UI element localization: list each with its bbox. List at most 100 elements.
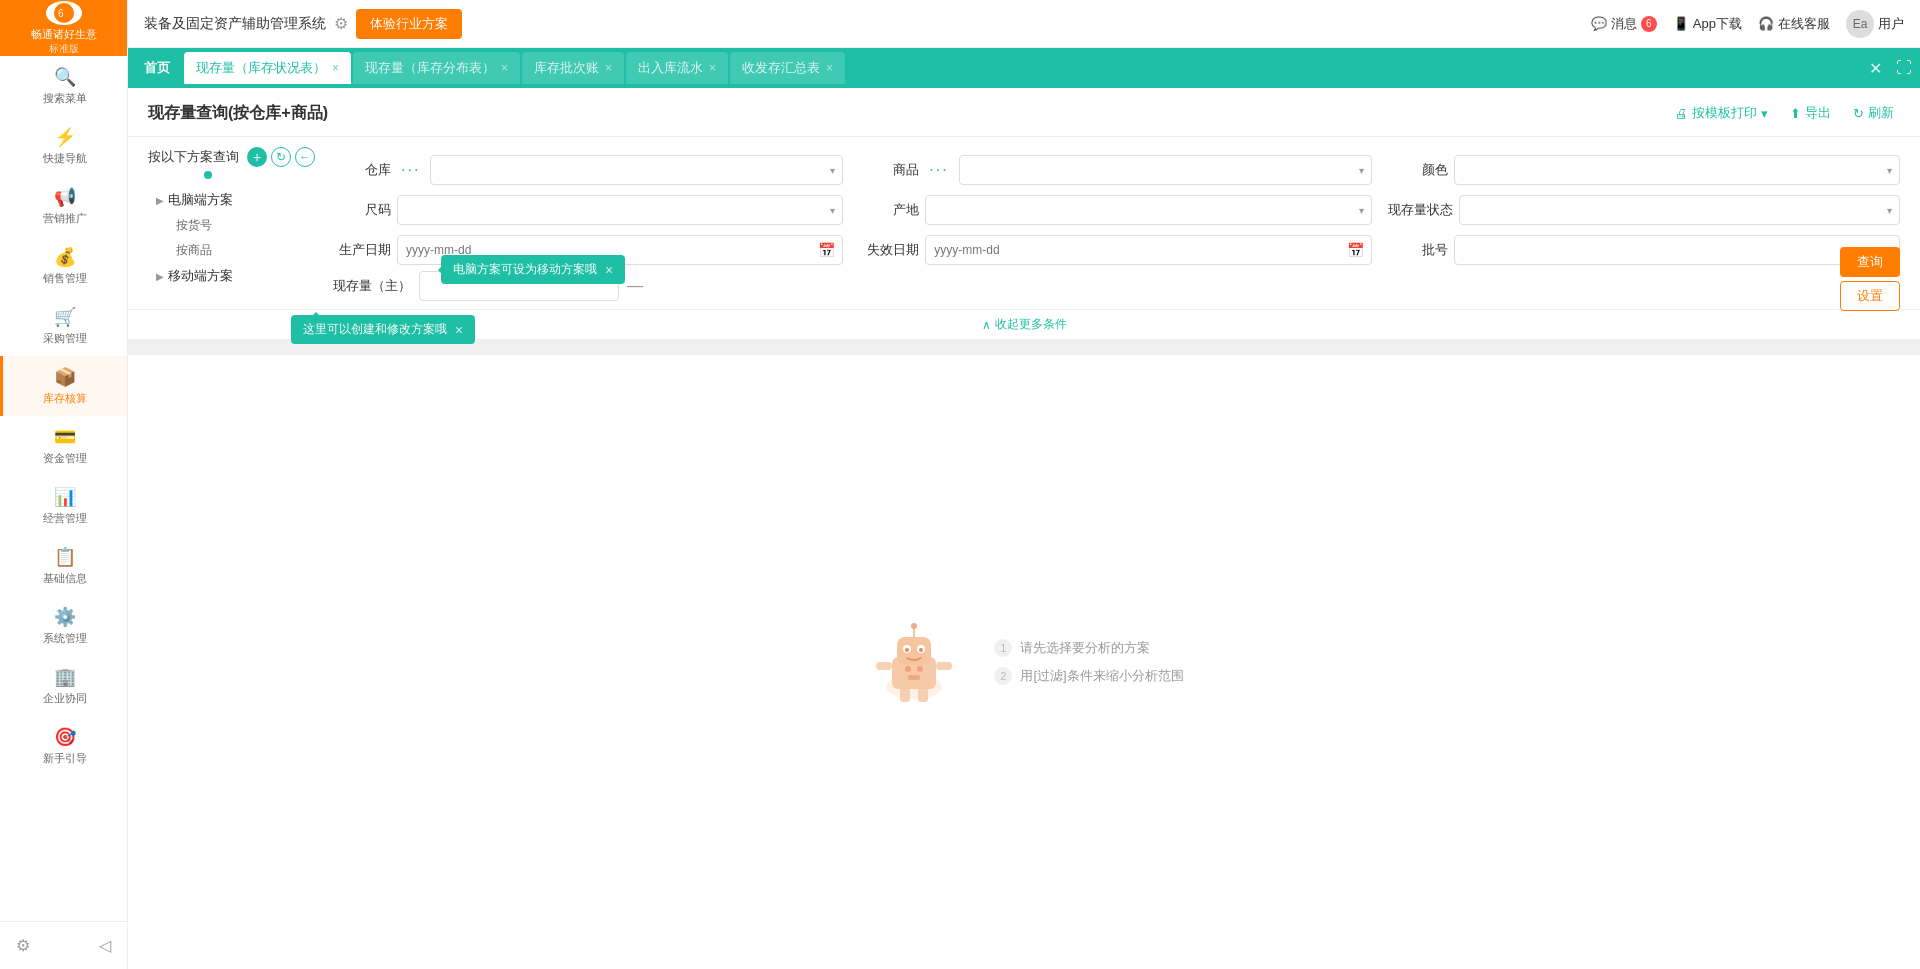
scheme-mobile-label: 移动端方案	[168, 267, 233, 285]
sidebar-label-purchase: 采购管理	[43, 331, 87, 346]
svg-rect-12	[936, 662, 952, 670]
scheme-mobile[interactable]: ▶ 移动端方案	[148, 263, 315, 289]
scheme-by-product[interactable]: 按商品	[168, 238, 315, 263]
sidebar-item-inventory[interactable]: 📦 库存核算	[0, 356, 127, 416]
sidebar-item-basic-info[interactable]: 📋 基础信息	[0, 536, 127, 596]
filter-expiry-date: 失效日期 📅	[859, 235, 1371, 265]
print-label: 按模板打印	[1692, 104, 1757, 122]
fullscreen-icon[interactable]: ⛶	[1892, 57, 1916, 79]
tabbar-right-icons: ✕ ⛶	[1865, 57, 1916, 80]
filter-origin: 产地 ▾	[859, 195, 1371, 225]
sync-scheme-btn[interactable]: ↻	[271, 147, 291, 167]
filter-header-btns: + ↻ ←	[247, 147, 315, 167]
logo-text: 畅通诸好生意	[31, 27, 97, 42]
warehouse-select-wrap: ▾	[430, 155, 843, 185]
sidebar-item-marketing[interactable]: 📢 营销推广	[0, 176, 127, 236]
tab-inventory-status-close[interactable]: ×	[332, 61, 339, 75]
app-download-btn[interactable]: 📱 App下载	[1673, 15, 1742, 33]
export-btn[interactable]: ⬆ 导出	[1784, 100, 1837, 126]
experience-btn[interactable]: 体验行业方案	[356, 9, 462, 39]
svg-rect-14	[918, 688, 928, 702]
app-logo: 6 畅通诸好生意 标准版	[0, 0, 127, 56]
tab-receive-summary[interactable]: 收发存汇总表 ×	[730, 52, 845, 84]
sidebar-item-sys-manage[interactable]: ⚙️ 系统管理	[0, 596, 127, 656]
sidebar-item-enterprise[interactable]: 🏢 企业协同	[0, 656, 127, 716]
empty-hint-1: 1 请先选择要分析的方案	[994, 639, 1183, 657]
expiry-date-input[interactable]	[925, 235, 1371, 265]
sidebar-item-quick-nav[interactable]: ⚡ 快捷导航	[0, 116, 127, 176]
tab-inventory-status[interactable]: 现存量（库存状况表） ×	[184, 52, 351, 84]
query-btn[interactable]: 查询	[1840, 247, 1900, 277]
print-btn[interactable]: 🖨 按模板打印 ▾	[1669, 100, 1774, 126]
collapse-label: 收起更多条件	[995, 316, 1067, 333]
tab-receive-summary-label: 收发存汇总表	[742, 59, 820, 77]
tab-batch-ledger[interactable]: 库存批次账 ×	[522, 52, 624, 84]
marketing-icon: 📢	[54, 186, 76, 208]
refresh-label: 刷新	[1868, 104, 1894, 122]
product-dots[interactable]	[925, 161, 952, 179]
tab-inout-flow[interactable]: 出入库流水 ×	[626, 52, 728, 84]
add-scheme-btn[interactable]: +	[247, 147, 267, 167]
batch-no-input[interactable]	[1454, 235, 1900, 265]
close-all-tabs-icon[interactable]: ✕	[1865, 57, 1886, 80]
tab-receive-summary-close[interactable]: ×	[826, 61, 833, 75]
support-icon: 🎧	[1758, 16, 1774, 31]
sidebar-item-search[interactable]: 🔍 搜索菜单	[0, 56, 127, 116]
messages-btn[interactable]: 💬 消息 6	[1591, 15, 1657, 33]
svg-point-10	[911, 623, 917, 629]
tab-inout-flow-close[interactable]: ×	[709, 61, 716, 75]
online-support-btn[interactable]: 🎧 在线客服	[1758, 15, 1830, 33]
size-label: 尺码	[331, 201, 391, 219]
tooltip-create-close[interactable]: ×	[455, 322, 463, 338]
sidebar-item-guide[interactable]: 🎯 新手引导	[0, 716, 127, 776]
scheme-desktop-label: 电脑端方案	[168, 191, 233, 209]
origin-select[interactable]	[925, 195, 1371, 225]
sidebar-label-inventory: 库存核算	[43, 391, 87, 406]
tooltip-create: 这里可以创建和修改方案哦 ×	[291, 315, 475, 344]
operations-icon: 📊	[54, 486, 76, 508]
online-support-label: 在线客服	[1778, 15, 1830, 33]
svg-point-16	[917, 666, 923, 672]
topbar-settings-icon[interactable]: ⚙	[334, 14, 348, 33]
collapse-sidebar-icon[interactable]: ◁	[99, 936, 111, 955]
finance-icon: 💳	[54, 426, 76, 448]
refresh-btn[interactable]: ↻ 刷新	[1847, 100, 1900, 126]
tab-batch-ledger-close[interactable]: ×	[605, 61, 612, 75]
tab-home[interactable]: 首页	[132, 52, 182, 84]
basic-info-icon: 📋	[54, 546, 76, 568]
sidebar-item-operations[interactable]: 📊 经营管理	[0, 476, 127, 536]
color-select[interactable]	[1454, 155, 1900, 185]
back-btn[interactable]: ←	[295, 147, 315, 167]
warehouse-select[interactable]	[430, 155, 843, 185]
tooltip-scheme-close[interactable]: ×	[605, 262, 613, 278]
phone-icon: 📱	[1673, 16, 1689, 31]
svg-rect-11	[876, 662, 892, 670]
user-label: 用户	[1878, 15, 1904, 33]
scheme-panel: 按以下方案查询 + ↻ ← ▶ 电脑端方案	[148, 147, 315, 293]
tab-inventory-distribution[interactable]: 现存量（库存分布表） ×	[353, 52, 520, 84]
tab-inventory-distribution-label: 现存量（库存分布表）	[365, 59, 495, 77]
size-select[interactable]	[397, 195, 843, 225]
sidebar-item-sales[interactable]: 💰 销售管理	[0, 236, 127, 296]
sidebar-item-finance[interactable]: 💳 资金管理	[0, 416, 127, 476]
logo-icon: 6	[46, 1, 82, 25]
sidebar-bottom: ⚙ ◁	[0, 921, 127, 969]
sidebar-item-purchase[interactable]: 🛒 采购管理	[0, 296, 127, 356]
reset-btn[interactable]: 设置	[1840, 281, 1900, 311]
scheme-desktop[interactable]: ▶ 电脑端方案	[148, 187, 315, 213]
product-select[interactable]	[959, 155, 1372, 185]
tab-inventory-distribution-close[interactable]: ×	[501, 61, 508, 75]
settings-icon[interactable]: ⚙	[16, 936, 30, 955]
inventory-status-select[interactable]	[1459, 195, 1900, 225]
warehouse-dots[interactable]	[397, 161, 424, 179]
scheme-by-sku[interactable]: 按货号	[168, 213, 315, 238]
search-menu-icon: 🔍	[54, 66, 76, 88]
refresh-icon: ↻	[1853, 106, 1864, 121]
warehouse-label: 仓库	[331, 161, 391, 179]
logo-badge: 标准版	[49, 42, 79, 56]
svg-point-0	[54, 3, 74, 23]
sys-manage-icon: ⚙️	[54, 606, 76, 628]
user-profile-btn[interactable]: Ea 用户	[1846, 10, 1904, 38]
scheme-tree: ▶ 电脑端方案 按货号 按商品 ▶	[148, 183, 315, 293]
sidebar-label-search: 搜索菜单	[43, 91, 87, 106]
